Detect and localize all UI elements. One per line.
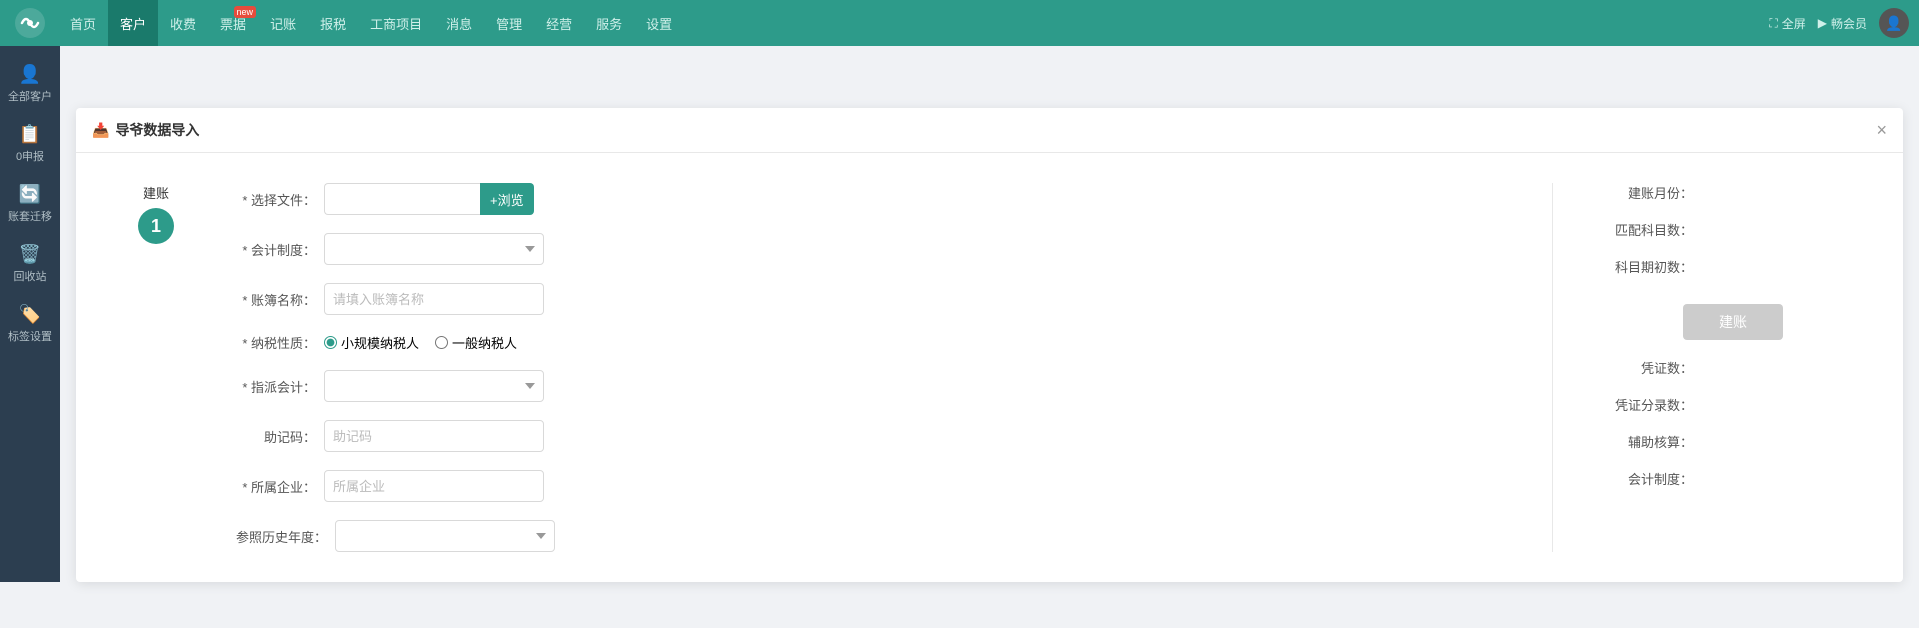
nav-item-service[interactable]: 服务 <box>584 0 634 46</box>
file-label: * 选择文件： <box>236 190 316 209</box>
nav-item-settings[interactable]: 设置 <box>634 0 684 46</box>
memo-code-input[interactable] <box>324 420 544 452</box>
accounting-system-row: * 会计制度： <box>236 233 1502 265</box>
accountant-select[interactable] <box>324 370 544 402</box>
nav-item-tax[interactable]: 报税 <box>308 0 358 46</box>
accountant-row: * 指派会计： <box>236 370 1502 402</box>
app-logo <box>10 3 50 43</box>
info-section: 建账月份： 匹配科目数： 科目期初数： 建账 凭证数： <box>1603 183 1863 552</box>
month-row: 建账月份： <box>1603 183 1863 202</box>
fullscreen-icon: ⛶ <box>1769 16 1777 31</box>
tax-option-general-label: 一般纳税人 <box>452 333 517 352</box>
declaration-icon: 📋 <box>19 124 41 145</box>
new-badge: new <box>234 6 257 18</box>
nav-item-message[interactable]: 消息 <box>434 0 484 46</box>
tax-type-row: * 纳税性质： 小规模纳税人 一般纳税人 <box>236 333 1502 352</box>
company-label: * 所属企业： <box>236 477 316 496</box>
memo-code-row: 助记码： <box>236 420 1502 452</box>
nav-item-manage[interactable]: 管理 <box>484 0 534 46</box>
avatar[interactable]: 👤 <box>1879 8 1909 38</box>
dialog-title: 导爷数据导入 <box>115 120 199 140</box>
file-row: * 选择文件： +浏览 <box>236 183 1502 215</box>
top-navigation: 首页 客户 收费 票据 new 记账 报税 工商项目 消息 管理 经营 服务 设… <box>0 0 1919 46</box>
tags-icon: 🏷️ <box>19 304 41 325</box>
dialog-header: 📥 导爷数据导入 × <box>76 108 1903 153</box>
file-input-wrap: +浏览 <box>324 183 534 215</box>
membership-icon: ▶ <box>1818 16 1827 30</box>
fullscreen-button[interactable]: ⛶ 全屏 <box>1769 15 1805 32</box>
reference-year-label: 参照历史年度： <box>236 527 327 546</box>
file-input[interactable] <box>324 183 484 215</box>
tax-radio-small[interactable] <box>324 336 337 349</box>
memo-code-label: 助记码： <box>236 427 316 446</box>
dialog-close-button[interactable]: × <box>1876 120 1887 141</box>
reference-year-row: 参照历史年度： <box>236 520 1502 552</box>
tax-radio-general[interactable] <box>435 336 448 349</box>
aux-accounting-row: 辅助核算： <box>1603 432 1863 451</box>
ledger-name-input[interactable] <box>324 283 544 315</box>
build-button-wrap: 建账 <box>1603 304 1863 340</box>
sidebar: 👤 全部客户 📋 0申报 🔄 账套迁移 🗑️ 回收站 🏷️ 标签设置 <box>0 46 60 582</box>
voucher-entries-label: 凭证分录数： <box>1603 395 1693 414</box>
match-subjects-row: 匹配科目数： <box>1603 220 1863 239</box>
company-row: * 所属企业： <box>236 470 1502 502</box>
ledger-name-label: * 账簿名称： <box>236 290 316 309</box>
nav-item-operation[interactable]: 经营 <box>534 0 584 46</box>
membership-button[interactable]: ▶ 畅会员 <box>1818 15 1867 32</box>
import-dialog: 📥 导爷数据导入 × 建账 1 * 选择文件： +浏览 <box>76 108 1903 582</box>
dialog-title-icon: 📥 <box>92 122 109 139</box>
section-divider <box>1552 183 1553 552</box>
tax-option-small[interactable]: 小规模纳税人 <box>324 333 419 352</box>
nav-item-bookkeeping[interactable]: 记账 <box>258 0 308 46</box>
migration-icon: 🔄 <box>19 184 41 205</box>
tax-option-small-label: 小规模纳税人 <box>341 333 419 352</box>
voucher-entries-row: 凭证分录数： <box>1603 395 1863 414</box>
build-account-button[interactable]: 建账 <box>1683 304 1783 340</box>
tax-option-general[interactable]: 一般纳税人 <box>435 333 517 352</box>
match-subjects-label: 匹配科目数： <box>1603 220 1693 239</box>
company-input[interactable] <box>324 470 544 502</box>
voucher-count-label: 凭证数： <box>1603 358 1693 377</box>
aux-accounting-label: 辅助核算： <box>1603 432 1693 451</box>
sidebar-item-recycle[interactable]: 🗑️ 回收站 <box>2 236 58 292</box>
subject-init-label: 科目期初数： <box>1603 257 1693 276</box>
tax-type-radio-group: 小规模纳税人 一般纳税人 <box>324 333 517 352</box>
recycle-icon: 🗑️ <box>19 244 41 265</box>
all-clients-icon: 👤 <box>19 64 41 85</box>
sidebar-item-migration[interactable]: 🔄 账套迁移 <box>2 176 58 232</box>
form-section: * 选择文件： +浏览 * 会计制度： * 账簿名称： <box>236 183 1502 552</box>
main-content: 📥 导爷数据导入 × 建账 1 * 选择文件： +浏览 <box>60 92 1919 628</box>
sidebar-item-declaration[interactable]: 📋 0申报 <box>2 116 58 172</box>
sidebar-item-tags[interactable]: 🏷️ 标签设置 <box>2 296 58 352</box>
nav-right-area: ⛶ 全屏 ▶ 畅会员 👤 <box>1769 8 1909 38</box>
nav-item-fee[interactable]: 收费 <box>158 0 208 46</box>
dialog-body: 建账 1 * 选择文件： +浏览 * 会计制度： <box>76 153 1903 582</box>
subject-init-row: 科目期初数： <box>1603 257 1863 276</box>
nav-menu: 首页 客户 收费 票据 new 记账 报税 工商项目 消息 管理 经营 服务 设… <box>58 0 1769 46</box>
nav-item-ticket[interactable]: 票据 new <box>208 0 258 46</box>
step-label: 建账 <box>143 183 169 202</box>
ledger-name-row: * 账簿名称： <box>236 283 1502 315</box>
accounting-system-select[interactable] <box>324 233 544 265</box>
voucher-count-row: 凭证数： <box>1603 358 1863 377</box>
browse-button[interactable]: +浏览 <box>480 183 534 215</box>
step-indicator: 建账 1 <box>116 183 196 552</box>
tax-type-label: * 纳税性质： <box>236 333 316 352</box>
step-badge: 1 <box>138 208 174 244</box>
accounting-system-info-row: 会计制度： <box>1603 469 1863 488</box>
accounting-system-info-label: 会计制度： <box>1603 469 1693 488</box>
nav-item-business[interactable]: 工商项目 <box>358 0 434 46</box>
nav-item-home[interactable]: 首页 <box>58 0 108 46</box>
accountant-label: * 指派会计： <box>236 377 316 396</box>
month-label: 建账月份： <box>1603 183 1693 202</box>
accounting-system-label: * 会计制度： <box>236 240 316 259</box>
reference-year-select[interactable] <box>335 520 555 552</box>
sidebar-item-all-clients[interactable]: 👤 全部客户 <box>2 56 58 112</box>
nav-item-client[interactable]: 客户 <box>108 0 158 46</box>
